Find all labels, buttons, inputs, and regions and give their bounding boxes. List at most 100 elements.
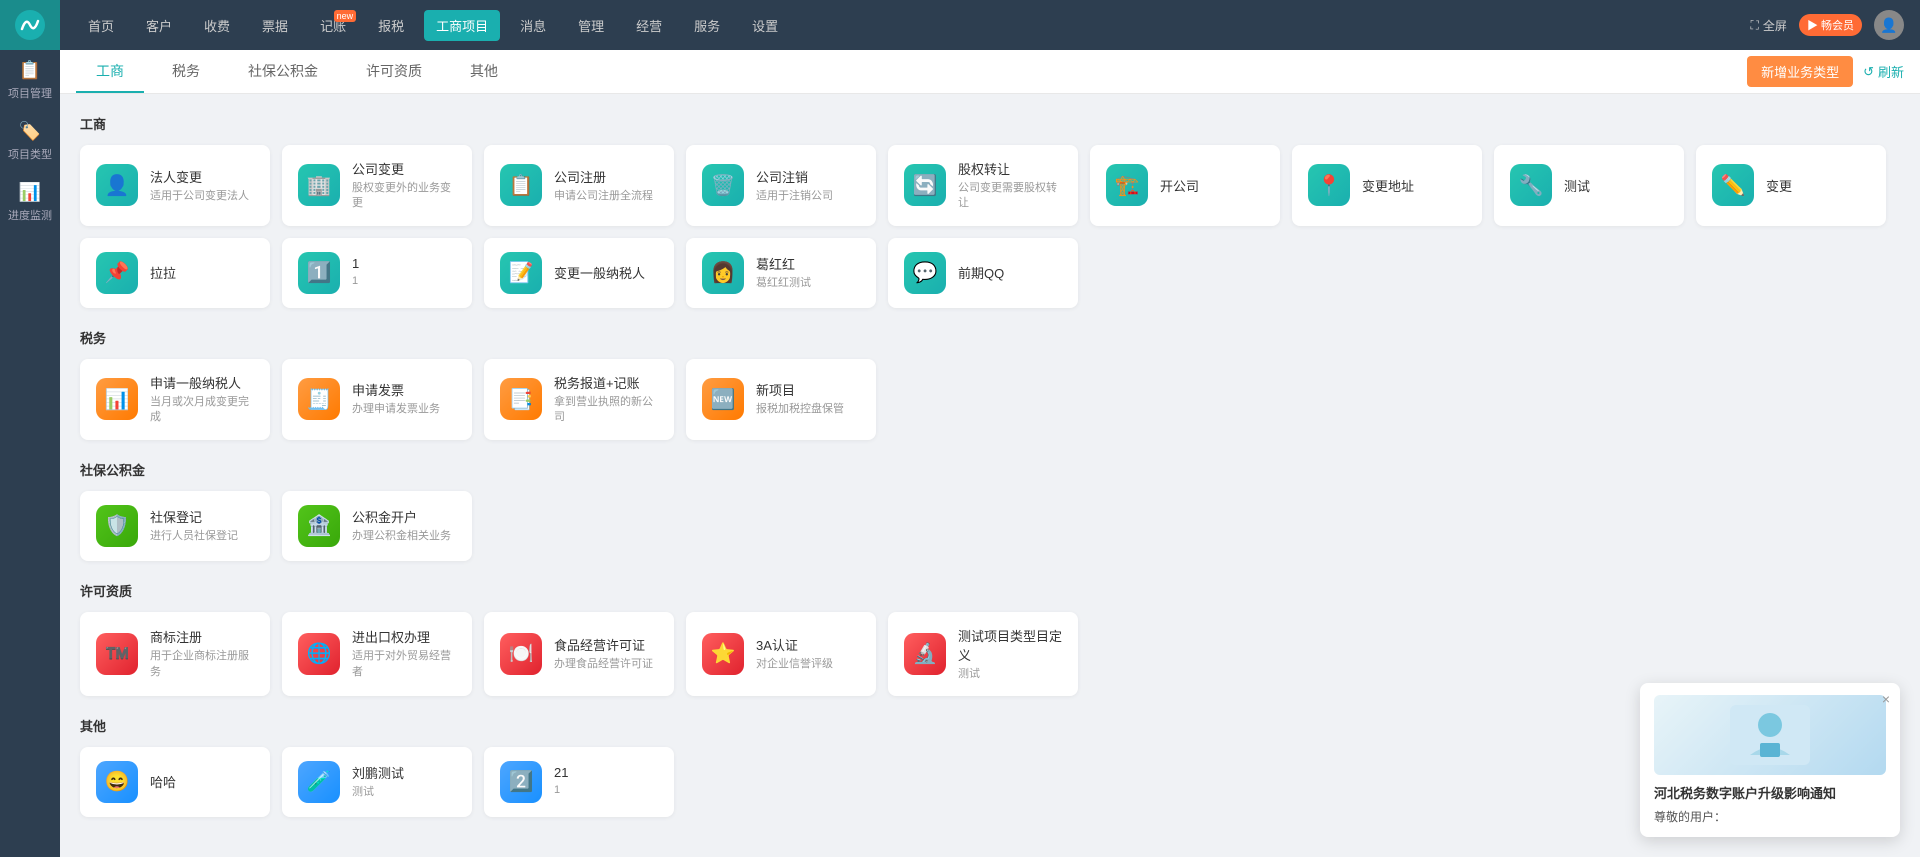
card-info-gehonghong: 葛红红 葛红红测试 (756, 254, 811, 291)
card-change-tax[interactable]: 📝 变更一般纳税人 (484, 238, 674, 308)
card-company-change[interactable]: 🏢 公司变更 股权变更外的业务变更 (282, 145, 472, 226)
card-tax-report[interactable]: 📑 税务报道+记账 拿到营业执照的新公司 (484, 359, 674, 440)
card-desc-item-1: 1 (352, 274, 359, 289)
nav-operation[interactable]: 经营 (624, 10, 674, 41)
nav-ticket[interactable]: 票据 (250, 10, 300, 41)
card-desc-gehonghong: 葛红红测试 (756, 276, 811, 291)
card-desc-company-cancel: 适用于注销公司 (756, 189, 833, 204)
nav-service[interactable]: 服务 (682, 10, 732, 41)
card-lala[interactable]: 📌 拉拉 (80, 238, 270, 308)
card-change[interactable]: ✏️ 变更 (1696, 145, 1886, 226)
card-desc-food-license: 办理食品经营许可证 (554, 657, 653, 672)
vip-label: 畅会员 (1821, 20, 1854, 32)
card-trademark[interactable]: ™️ 商标注册 用于企业商标注册服务 (80, 612, 270, 696)
card-item-21[interactable]: 2️⃣ 21 1 (484, 747, 674, 817)
card-info-3a-cert: 3A认证 对企业信誉评级 (756, 635, 833, 672)
tab-license[interactable]: 许可资质 (346, 51, 442, 93)
tax-cards-grid: 📊 申请一般纳税人 当月或次月成变更完成 🧾 申请发票 办理申请发票业务 📑 税… (80, 359, 1900, 440)
card-test[interactable]: 🔧 测试 (1494, 145, 1684, 226)
license-cards-grid: ™️ 商标注册 用于企业商标注册服务 🌐 进出口权办理 适用于对外贸易经营者 🍽… (80, 612, 1900, 696)
card-icon-equity-transfer: 🔄 (904, 164, 946, 206)
tabs-right: 新增业务类型 ↺ 刷新 (1747, 56, 1904, 87)
fullscreen-label: 全屏 (1763, 17, 1787, 34)
vip-button[interactable]: ▶ 畅会员 (1799, 14, 1862, 36)
card-info-preqq: 前期QQ (958, 263, 1004, 282)
nav-settings[interactable]: 设置 (740, 10, 790, 41)
card-desc-liupeng-test: 测试 (352, 785, 404, 800)
card-icon-food-license: 🍽️ (500, 633, 542, 675)
section-title-social: 社保公积金 (80, 460, 1900, 479)
nav-industry[interactable]: 工商项目 (424, 10, 500, 41)
card-icon-test: 🔧 (1510, 164, 1552, 206)
card-social-register[interactable]: 🛡️ 社保登记 进行人员社保登记 (80, 491, 270, 561)
top-navigation: 首页 客户 收费 票据 记账 new 报税 工商项目 消息 管理 经营 服务 设… (60, 0, 1920, 50)
fullscreen-button[interactable]: ⛶ 全屏 (1751, 17, 1787, 34)
project-manage-icon: 📋 (19, 60, 41, 81)
card-title-gehonghong: 葛红红 (756, 254, 811, 273)
card-company-cancel[interactable]: 🗑️ 公司注销 适用于注销公司 (686, 145, 876, 226)
card-title-company-cancel: 公司注销 (756, 167, 833, 186)
tab-social[interactable]: 社保公积金 (228, 51, 338, 93)
card-info-new-project: 新项目 报税加税控盘保管 (756, 380, 844, 417)
card-icon-company-register: 📋 (500, 164, 542, 206)
card-preqq[interactable]: 💬 前期QQ (888, 238, 1078, 308)
section-title-tax: 税务 (80, 328, 1900, 347)
card-icon-change-tax: 📝 (500, 252, 542, 294)
card-title-3a-cert: 3A认证 (756, 635, 833, 654)
tab-industry[interactable]: 工商 (76, 51, 144, 93)
card-test-type[interactable]: 🔬 测试项目类型目定义 测试 (888, 612, 1078, 696)
card-item-1[interactable]: 1️⃣ 1 1 (282, 238, 472, 308)
card-change-address[interactable]: 📍 变更地址 (1292, 145, 1482, 226)
card-desc-new-project: 报税加税控盘保管 (756, 402, 844, 417)
card-food-license[interactable]: 🍽️ 食品经营许可证 办理食品经营许可证 (484, 612, 674, 696)
nav-account[interactable]: 记账 new (308, 10, 358, 41)
nav-client[interactable]: 客户 (134, 10, 184, 41)
section-title-other: 其他 (80, 716, 1900, 735)
refresh-button[interactable]: ↺ 刷新 (1863, 62, 1904, 81)
card-company-register[interactable]: 📋 公司注册 申请公司注册全流程 (484, 145, 674, 226)
card-new-project[interactable]: 🆕 新项目 报税加税控盘保管 (686, 359, 876, 440)
card-info-company-cancel: 公司注销 适用于注销公司 (756, 167, 833, 204)
card-desc-company-register: 申请公司注册全流程 (554, 189, 653, 204)
sidebar-item-project-manage[interactable]: 📋 项目管理 (0, 50, 60, 111)
card-legal-change[interactable]: 👤 法人变更 适用于公司变更法人 (80, 145, 270, 226)
card-desc-import-export: 适用于对外贸易经营者 (352, 649, 456, 680)
card-fund-open[interactable]: 🏦 公积金开户 办理公积金相关业务 (282, 491, 472, 561)
card-icon-tax-report: 📑 (500, 378, 542, 420)
user-avatar[interactable]: 👤 (1874, 10, 1904, 40)
card-apply-tax[interactable]: 📊 申请一般纳税人 当月或次月成变更完成 (80, 359, 270, 440)
nav-tax[interactable]: 报税 (366, 10, 416, 41)
nav-right-area: ⛶ 全屏 ▶ 畅会员 👤 (1751, 10, 1904, 40)
card-import-export[interactable]: 🌐 进出口权办理 适用于对外贸易经营者 (282, 612, 472, 696)
card-info-equity-transfer: 股权转让 公司变更需要股权转让 (958, 159, 1062, 212)
nav-billing[interactable]: 收费 (192, 10, 242, 41)
card-3a-cert[interactable]: ⭐ 3A认证 对企业信誉评级 (686, 612, 876, 696)
sidebar-item-project-type[interactable]: 🏷️ 项目类型 (0, 111, 60, 172)
card-desc-fund-open: 办理公积金相关业务 (352, 529, 451, 544)
card-icon-import-export: 🌐 (298, 633, 340, 675)
card-icon-new-project: 🆕 (702, 378, 744, 420)
card-gehonghong[interactable]: 👩 葛红红 葛红红测试 (686, 238, 876, 308)
tab-tax[interactable]: 税务 (152, 51, 220, 93)
card-info-open-company: 开公司 (1160, 176, 1199, 195)
card-haha[interactable]: 😄 哈哈 (80, 747, 270, 817)
card-desc-apply-tax: 当月或次月成变更完成 (150, 395, 254, 426)
tab-other[interactable]: 其他 (450, 51, 518, 93)
card-title-open-company: 开公司 (1160, 176, 1199, 195)
card-equity-transfer[interactable]: 🔄 股权转让 公司变更需要股权转让 (888, 145, 1078, 226)
nav-message[interactable]: 消息 (508, 10, 558, 41)
card-title-apply-tax: 申请一般纳税人 (150, 373, 254, 392)
card-liupeng-test[interactable]: 🧪 刘鹏测试 测试 (282, 747, 472, 817)
card-apply-invoice[interactable]: 🧾 申请发票 办理申请发票业务 (282, 359, 472, 440)
notification-close-button[interactable]: × (1882, 691, 1890, 707)
card-desc-legal-change: 适用于公司变更法人 (150, 189, 249, 204)
card-open-company[interactable]: 🏗️ 开公司 (1090, 145, 1280, 226)
add-type-button[interactable]: 新增业务类型 (1747, 56, 1853, 87)
card-desc-social-register: 进行人员社保登记 (150, 529, 238, 544)
nav-manage[interactable]: 管理 (566, 10, 616, 41)
card-info-company-register: 公司注册 申请公司注册全流程 (554, 167, 653, 204)
sidebar-item-progress-monitor[interactable]: 📊 进度监测 (0, 172, 60, 233)
card-icon-legal-change: 👤 (96, 164, 138, 206)
card-desc-trademark: 用于企业商标注册服务 (150, 649, 254, 680)
nav-home[interactable]: 首页 (76, 10, 126, 41)
